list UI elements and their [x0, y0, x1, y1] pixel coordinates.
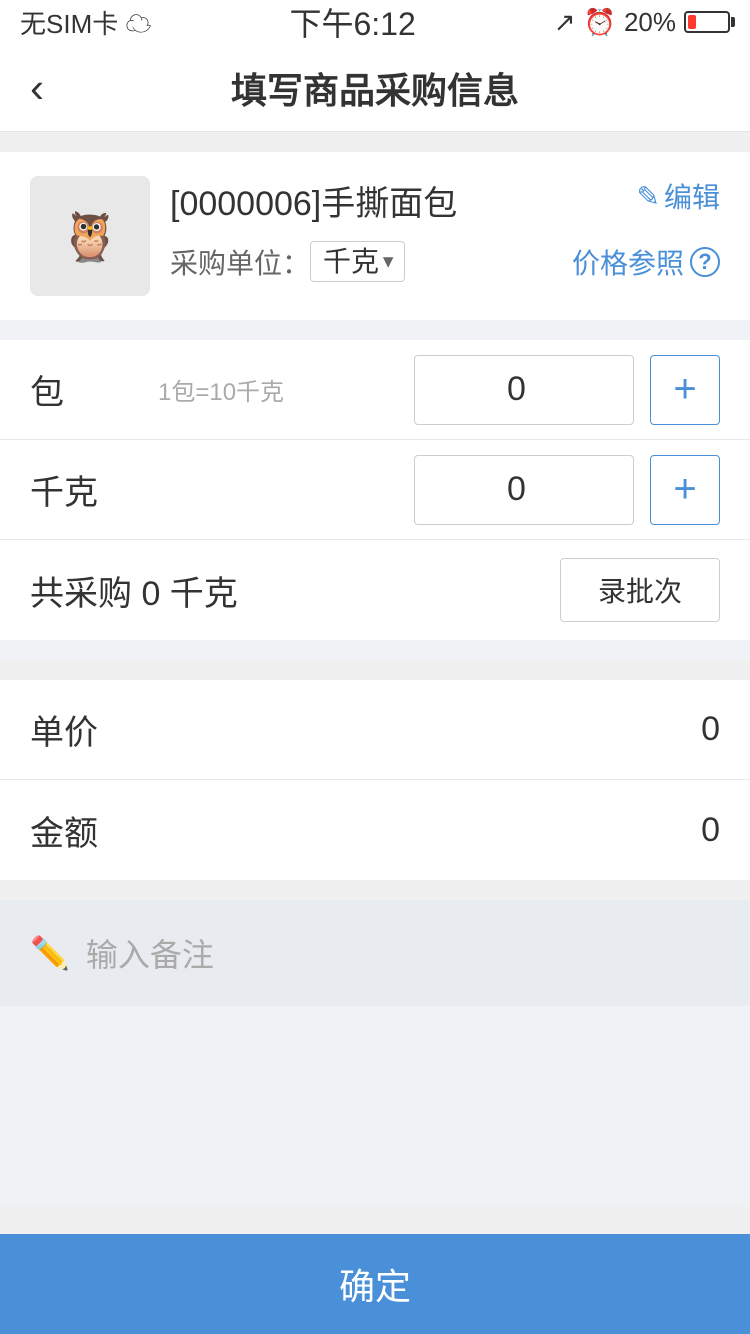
kg-quantity-input[interactable]	[414, 455, 634, 525]
product-name: [0000006]手撕面包	[170, 176, 637, 225]
product-thumb-icon: 🦉	[60, 208, 120, 265]
alarm-icon: ⏰	[584, 7, 616, 38]
status-right: ↗ ⏰ 20%	[554, 7, 730, 38]
edit-label: 编辑	[664, 176, 720, 216]
product-card: 🦉 [0000006]手撕面包 ✎ 编辑 采购单位： 千克 包 克	[0, 152, 750, 320]
location-icon: ↗	[554, 7, 576, 38]
kg-plus-icon: +	[673, 467, 696, 512]
price-ref-label: 价格参照	[572, 242, 684, 282]
unit-price-value: 0	[701, 710, 720, 749]
kg-label: 千克	[30, 465, 150, 514]
note-placeholder: 输入备注	[86, 930, 214, 976]
status-left: 无SIM卡 ☁	[20, 4, 151, 41]
confirm-label: 确定	[339, 1258, 411, 1310]
nav-bar: ‹ 填写商品采购信息	[0, 44, 750, 132]
kg-plus-button[interactable]: +	[650, 455, 720, 525]
record-batch-button[interactable]: 录批次	[560, 558, 720, 622]
price-ref-button[interactable]: 价格参照 ?	[572, 242, 720, 282]
amount-label: 金额	[30, 806, 98, 855]
content-spacer	[0, 1006, 750, 1206]
product-unit-row: 采购单位： 千克 包 克 价格参照 ?	[170, 241, 720, 282]
no-sim-label: 无SIM卡 ☁	[20, 4, 151, 41]
bag-quantity-input[interactable]	[414, 355, 634, 425]
summary-text: 共采购 0 千克	[30, 566, 238, 615]
note-section[interactable]: ✏️ 输入备注	[0, 900, 750, 1006]
bag-input-right: +	[284, 355, 720, 425]
product-info: [0000006]手撕面包 ✎ 编辑 采购单位： 千克 包 克 价格参照 ?	[170, 176, 720, 282]
summary-row: 共采购 0 千克 录批次	[0, 540, 750, 640]
section-divider-1	[0, 320, 750, 340]
record-batch-label: 录批次	[598, 570, 682, 610]
amount-value: 0	[701, 811, 720, 850]
section-divider-2	[0, 640, 750, 660]
bag-sublabel: 1包=10千克	[158, 372, 284, 407]
unit-price-label: 单价	[30, 705, 98, 754]
bag-plus-icon: +	[673, 367, 696, 412]
kg-input-row: 千克 +	[0, 440, 750, 540]
kg-input-right: +	[150, 455, 720, 525]
unit-label: 采购单位：	[170, 242, 310, 282]
page-title: 填写商品采购信息	[231, 62, 519, 114]
edit-icon: ✎	[637, 180, 660, 213]
quantity-section: 包 1包=10千克 + 千克 +	[0, 340, 750, 540]
battery-indicator	[684, 11, 730, 33]
unit-selector-group: 采购单位： 千克 包 克	[170, 241, 405, 282]
bag-label: 包	[30, 365, 150, 414]
confirm-button[interactable]: 确定	[0, 1234, 750, 1334]
amount-row: 金额 0	[0, 780, 750, 880]
status-bar: 无SIM卡 ☁ 下午6:12 ↗ ⏰ 20%	[0, 0, 750, 44]
back-button[interactable]: ‹	[30, 64, 44, 112]
unit-select[interactable]: 千克 包 克	[310, 241, 405, 282]
bag-input-row: 包 1包=10千克 +	[0, 340, 750, 440]
product-thumbnail: 🦉	[30, 176, 150, 296]
price-amount-section: 单价 0 金额 0	[0, 680, 750, 880]
price-ref-icon: ?	[690, 247, 720, 277]
unit-price-row: 单价 0	[0, 680, 750, 780]
status-time: 下午6:12	[289, 0, 415, 45]
pencil-icon: ✏️	[30, 934, 70, 972]
edit-button[interactable]: ✎ 编辑	[637, 176, 720, 216]
bag-plus-button[interactable]: +	[650, 355, 720, 425]
product-header: [0000006]手撕面包 ✎ 编辑	[170, 176, 720, 225]
unit-select-wrap[interactable]: 千克 包 克	[310, 241, 405, 282]
battery-percent: 20%	[624, 7, 676, 38]
